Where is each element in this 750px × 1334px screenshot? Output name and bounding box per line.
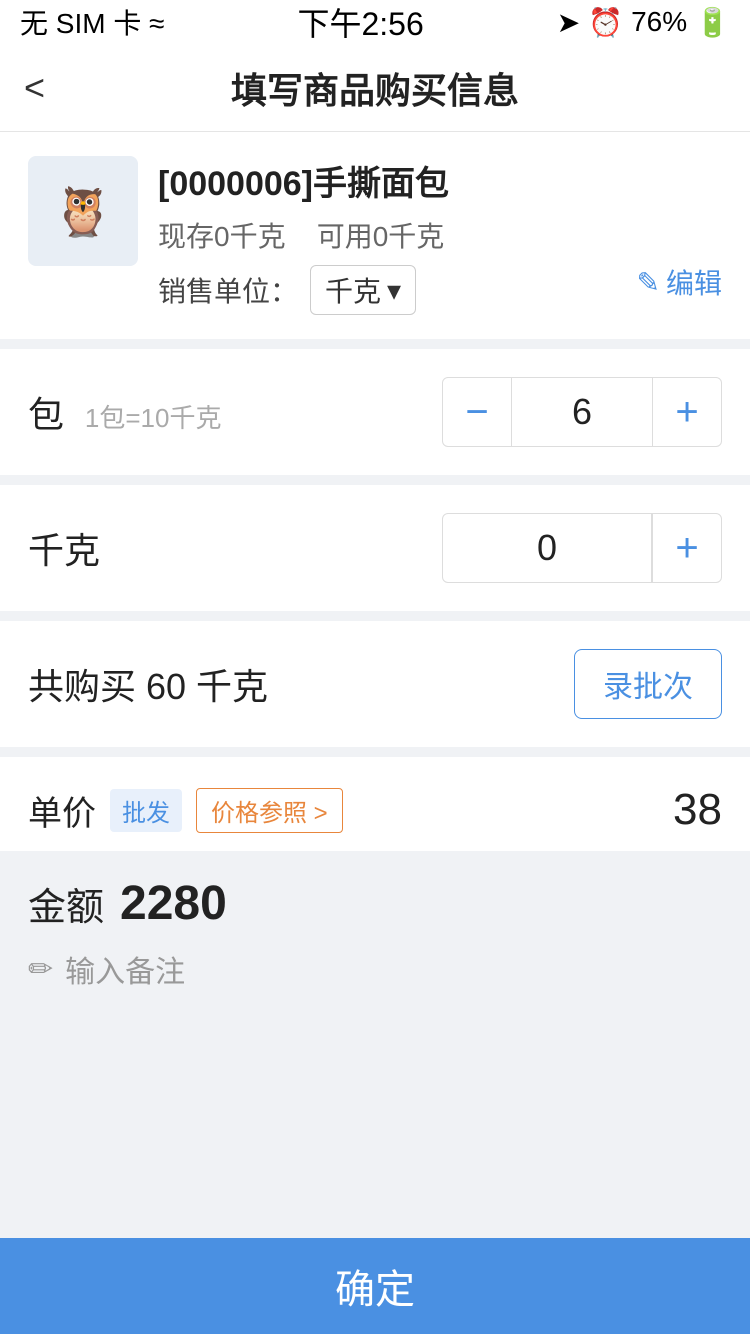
amount-section: 金额 2280 ✏ 输入备注 (0, 852, 750, 1007)
product-name: [0000006]手撕面包 (158, 156, 722, 205)
status-right: ➤ ⏰ 76% 🔋 (557, 6, 730, 39)
price-row: 单价 批发 价格参照 > 38 (28, 785, 722, 835)
battery-text: 76% (631, 6, 687, 38)
page-title: 填写商品购买信息 (231, 62, 519, 114)
price-value: 38 (673, 785, 722, 835)
product-thumbnail: 🦉 (28, 156, 138, 266)
status-left: 无 SIM 卡 ≈ (20, 2, 165, 42)
remark-label: 输入备注 (65, 947, 185, 991)
product-card: 🦉 [0000006]手撕面包 现存0千克 可用0千克 销售单位： 千克 ▾ ✎… (0, 132, 750, 349)
unit-value: 千克 (325, 270, 381, 310)
bao-sub-label: 1包=10千克 (85, 403, 222, 433)
price-ref-button[interactable]: 价格参照 > (196, 788, 343, 833)
record-batch-button[interactable]: 录批次 (574, 649, 722, 719)
remark-row[interactable]: ✏ 输入备注 (28, 947, 722, 991)
stock-current: 现存0千克 (158, 221, 286, 252)
product-stock: 现存0千克 可用0千克 (158, 215, 722, 255)
edit-label: 编辑 (666, 262, 722, 302)
nav-bar: < 填写商品购买信息 (0, 44, 750, 132)
product-logo-icon: 🦉 (53, 183, 113, 240)
amount-row: 金额 2280 (28, 876, 722, 931)
unit-label: 销售单位： (158, 270, 298, 310)
status-time: 下午2:56 (297, 0, 423, 45)
location-icon: ➤ (557, 6, 580, 39)
batch-tag: 批发 (110, 789, 182, 832)
content-spacer (0, 1007, 750, 1207)
bao-label: 包 (28, 394, 64, 435)
bao-row: 包 1包=10千克 − + (28, 349, 722, 475)
summary-row: 共购买 60 千克 录批次 (0, 621, 750, 747)
stock-available: 可用0千克 (317, 221, 445, 252)
amount-label: 金额 (28, 876, 104, 931)
price-label: 单价 (28, 786, 96, 835)
price-label-group: 单价 批发 价格参照 > (28, 786, 343, 835)
bao-qty-control: − + (442, 377, 722, 447)
confirm-button[interactable]: 确定 (0, 1238, 750, 1334)
bao-decrement-button[interactable]: − (442, 377, 512, 447)
bao-qty-input[interactable] (512, 377, 652, 447)
battery-icon: 🔋 (695, 6, 730, 39)
alarm-icon: ⏰ (588, 6, 623, 39)
bao-increment-button[interactable]: + (652, 377, 722, 447)
summary-text: 共购买 60 千克 (28, 658, 268, 710)
status-bar: 无 SIM 卡 ≈ 下午2:56 ➤ ⏰ 76% 🔋 (0, 0, 750, 44)
edit-button[interactable]: ✎ 编辑 (637, 262, 722, 302)
kg-qty-input[interactable] (442, 513, 652, 583)
kg-increment-button[interactable]: + (652, 513, 722, 583)
kg-row: 千克 + (28, 485, 722, 611)
unit-dropdown[interactable]: 千克 ▾ (310, 265, 416, 315)
dropdown-arrow-icon: ▾ (387, 274, 401, 307)
remark-icon: ✏ (28, 952, 53, 987)
kg-label: 千克 (28, 522, 100, 574)
bao-section: 包 1包=10千克 − + (0, 349, 750, 475)
bao-label-group: 包 1包=10千克 (28, 386, 221, 438)
price-section: 单价 批发 价格参照 > 38 (0, 757, 750, 852)
back-button[interactable]: < (24, 67, 45, 109)
amount-value: 2280 (120, 876, 227, 931)
kg-qty-control: + (442, 513, 722, 583)
kg-section: 千克 + (0, 485, 750, 611)
edit-icon: ✎ (637, 266, 660, 299)
sim-text: 无 SIM 卡 ≈ (20, 2, 165, 42)
